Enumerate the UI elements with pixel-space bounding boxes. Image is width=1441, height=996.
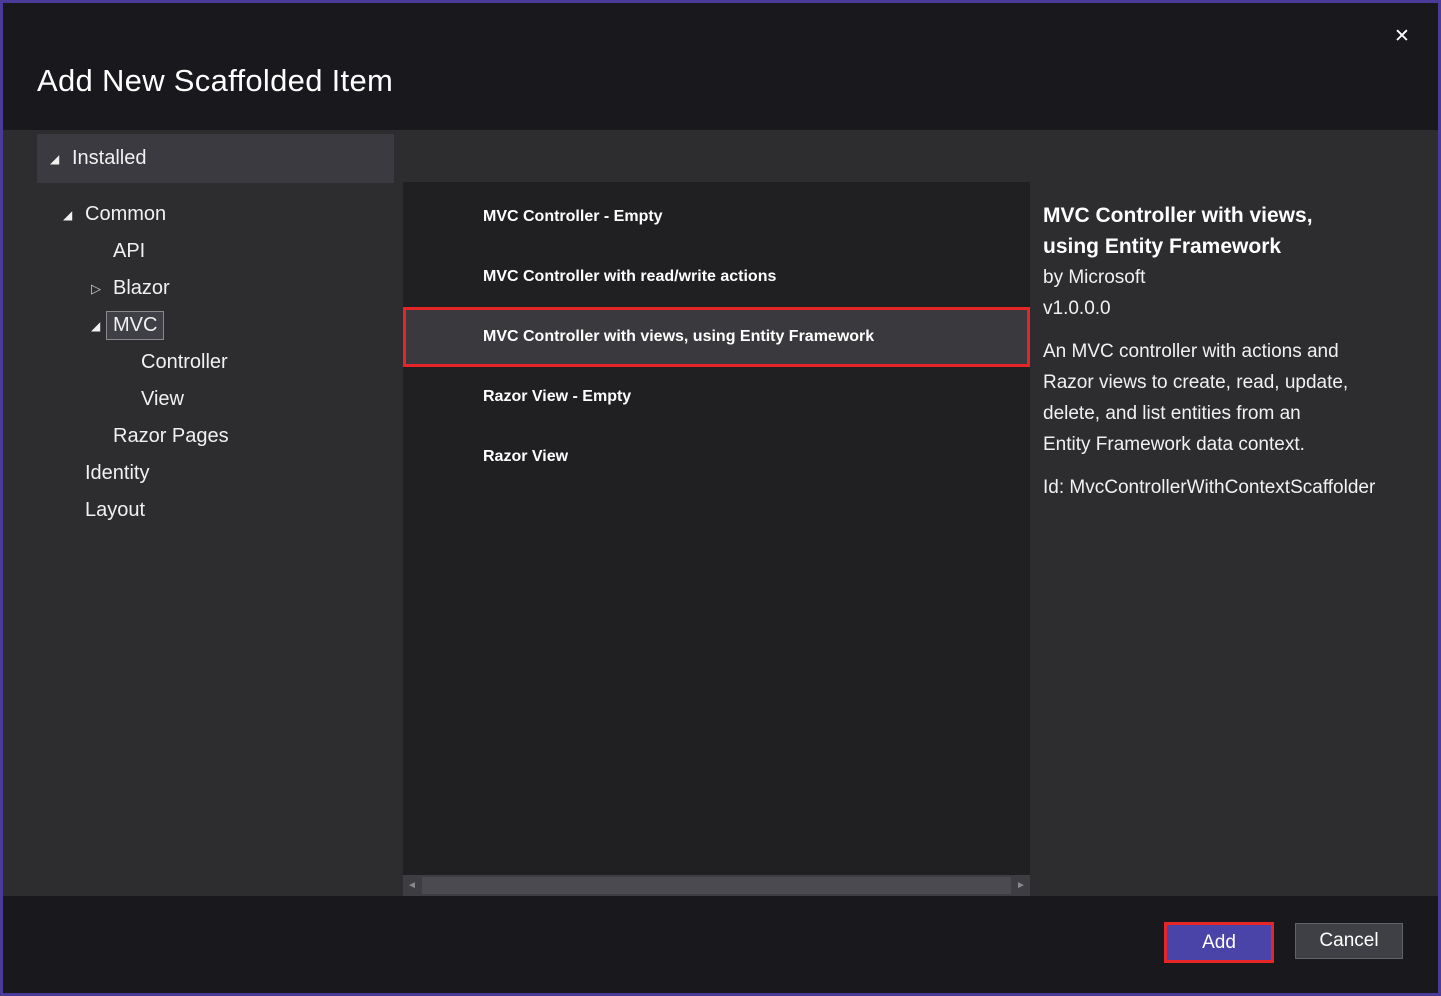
template-list: MVC Controller - Empty MVC Controller wi… — [403, 182, 1030, 896]
template-item-mvc-controller-readwrite[interactable]: MVC Controller with read/write actions — [403, 247, 1030, 307]
footer: Add Cancel — [3, 896, 1438, 993]
expand-icon: ◢ — [50, 151, 60, 166]
tree-label: Blazor — [113, 277, 170, 299]
template-item-mvc-controller-ef-selected[interactable]: MVC Controller with views, using Entity … — [403, 307, 1030, 367]
details-description: An MVC controller with actions and Razor… — [1043, 341, 1349, 455]
sidebar-item-blazor[interactable]: ▷ Blazor — [37, 270, 397, 307]
titlebar: Add New Scaffolded Item ✕ — [3, 3, 1438, 130]
template-label: MVC Controller with views, using Entity … — [483, 328, 875, 345]
details-version: v1.0.0.0 — [1043, 298, 1111, 319]
scroll-right-icon[interactable]: ► — [1012, 875, 1030, 896]
template-item-mvc-controller-empty[interactable]: MVC Controller - Empty — [403, 187, 1030, 247]
sidebar-item-mvc[interactable]: ◢ MVC — [37, 307, 397, 344]
sidebar-item-common[interactable]: ◢ Common — [37, 196, 397, 233]
tree-label: Common — [85, 203, 167, 225]
tree-label: View — [141, 388, 184, 410]
scroll-left-icon[interactable]: ◄ — [403, 875, 421, 896]
sidebar-item-view[interactable]: View — [37, 381, 397, 418]
details-author: by Microsoft — [1043, 267, 1146, 288]
template-label: MVC Controller with read/write actions — [483, 268, 777, 285]
cancel-button[interactable]: Cancel — [1295, 923, 1403, 959]
tree-label: API — [113, 240, 146, 262]
close-button[interactable]: ✕ — [1384, 19, 1420, 53]
sidebar-item-controller[interactable]: Controller — [37, 344, 397, 381]
sidebar-item-api[interactable]: API — [37, 233, 397, 270]
sidebar-item-identity[interactable]: Identity — [37, 455, 397, 492]
installed-label: Installed — [72, 147, 147, 169]
horizontal-scrollbar[interactable]: ◄ ► — [403, 875, 1030, 896]
template-label: Razor View — [483, 448, 569, 465]
template-label: MVC Controller - Empty — [483, 208, 663, 225]
tree-label: Razor Pages — [113, 425, 229, 447]
scrollbar-thumb[interactable] — [422, 877, 1011, 894]
details-id: Id: MvcControllerWithContextScaffolder — [1043, 477, 1376, 498]
close-icon: ✕ — [1394, 25, 1410, 47]
tree-label: Identity — [85, 462, 150, 484]
tree-label-selected: MVC — [106, 311, 165, 340]
sidebar-item-layout[interactable]: Layout — [37, 492, 397, 529]
sidebar-item-razor-pages[interactable]: Razor Pages — [37, 418, 397, 455]
template-item-razor-view-empty[interactable]: Razor View - Empty — [403, 367, 1030, 427]
collapse-icon: ▷ — [91, 280, 101, 296]
expand-icon: ◢ — [63, 207, 73, 222]
add-button[interactable]: Add — [1164, 922, 1274, 963]
tree-label: Controller — [141, 351, 228, 373]
details-title: MVC Controller with views, using Entity … — [1043, 204, 1313, 258]
dialog-title: Add New Scaffolded Item — [37, 63, 394, 98]
tree-label: Layout — [85, 499, 146, 521]
sidebar-item-installed[interactable]: ◢ Installed — [37, 134, 394, 183]
category-tree: ◢ Common API ▷ Blazor ◢ MVC Controller V… — [37, 196, 397, 529]
template-details-panel: MVC Controller with views, using Entity … — [1043, 200, 1415, 503]
add-new-scaffolded-item-dialog: Add New Scaffolded Item ✕ ◢ Installed ◢ … — [0, 0, 1441, 996]
template-label: Razor View - Empty — [483, 388, 632, 405]
template-item-razor-view[interactable]: Razor View — [403, 427, 1030, 487]
